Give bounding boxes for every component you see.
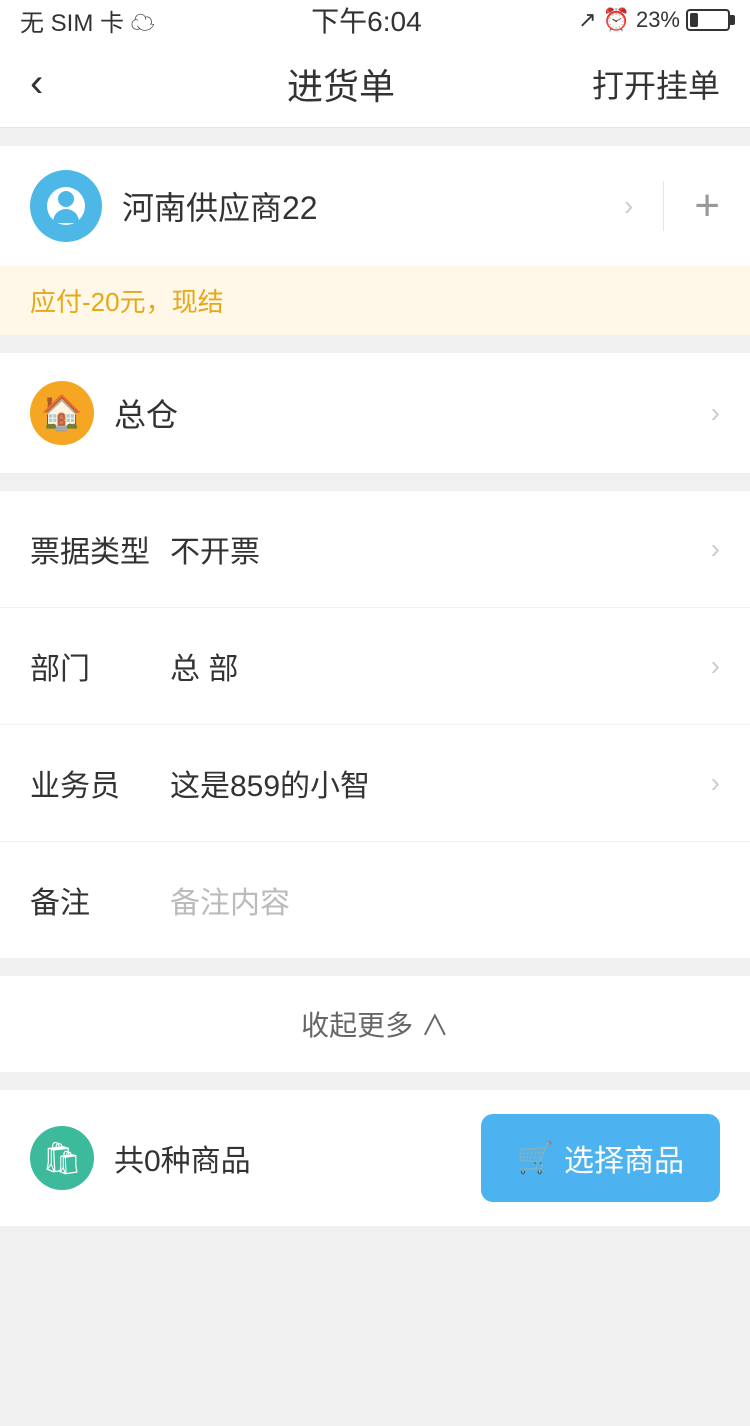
collapse-button[interactable]: 收起更多 ∧ [0,976,750,1072]
ticket-type-row[interactable]: 票据类型 不开票 › [0,491,750,608]
warehouse-name: 总仓 [114,390,711,436]
product-bar: 🛍 共0种商品 🛒 选择商品 [0,1090,750,1226]
status-time: 下午6:04 [311,0,422,40]
ticket-type-label: 票据类型 [30,527,170,571]
sim-indicator: 无 SIM 卡 ☁ [20,3,155,38]
notice-bar: 应付-20元，现结 [0,266,750,335]
department-arrow: › [711,650,720,682]
select-product-button[interactable]: 🛒 选择商品 [481,1114,720,1202]
ticket-type-arrow: › [711,533,720,565]
page-title: 进货单 [287,58,395,110]
form-section: 票据类型 不开票 › 部门 总 部 › 业务员 这是859的小智 › 备注 备注… [0,491,750,958]
remarks-value[interactable]: 备注内容 [170,878,720,922]
salesperson-row[interactable]: 业务员 这是859的小智 › [0,725,750,842]
supplier-name[interactable]: 河南供应商22 [122,183,624,229]
location-icon: ↗ [578,7,596,33]
remarks-row[interactable]: 备注 备注内容 [0,842,750,958]
supplier-avatar [30,170,102,242]
warehouse-arrow-icon: › [711,397,720,429]
status-right: ↗ ⏰ 23% [578,7,730,33]
department-value: 总 部 [170,644,711,688]
select-product-label: 选择商品 [564,1136,684,1180]
gap-1 [0,128,750,146]
page-background [0,1226,750,1426]
nav-bar: ‹ 进货单 打开挂单 [0,40,750,128]
supplier-arrow-icon: › [624,190,633,222]
department-label: 部门 [30,644,170,688]
salesperson-label: 业务员 [30,761,170,805]
collapse-label: 收起更多 ∧ [301,1004,449,1044]
shopping-bag-icon: 🛍 [42,1139,83,1177]
add-supplier-button[interactable]: + [694,181,720,231]
person-icon [47,187,85,225]
warehouse-section[interactable]: 🏠 总仓 › [0,353,750,473]
product-icon-wrap: 🛍 [30,1126,94,1190]
ticket-type-value: 不开票 [170,527,711,571]
cart-icon: 🛒 [517,1141,554,1176]
product-count: 共0种商品 [114,1136,481,1180]
battery-icon [686,9,730,31]
alarm-icon: ⏰ [603,7,630,33]
warehouse-icon-wrap: 🏠 [30,381,94,445]
salesperson-value: 这是859的小智 [170,761,711,805]
department-row[interactable]: 部门 总 部 › [0,608,750,725]
back-button[interactable]: ‹ [30,61,90,106]
remarks-label: 备注 [30,878,170,922]
status-left: 无 SIM 卡 ☁ [20,3,155,38]
supplier-section: 河南供应商22 › + [0,146,750,266]
battery-percent: 23% [636,7,680,33]
supplier-divider [663,181,664,231]
status-bar: 无 SIM 卡 ☁ 下午6:04 ↗ ⏰ 23% [0,0,750,40]
salesperson-arrow: › [711,767,720,799]
house-icon: 🏠 [41,393,83,433]
open-pending-button[interactable]: 打开挂单 [592,61,720,107]
